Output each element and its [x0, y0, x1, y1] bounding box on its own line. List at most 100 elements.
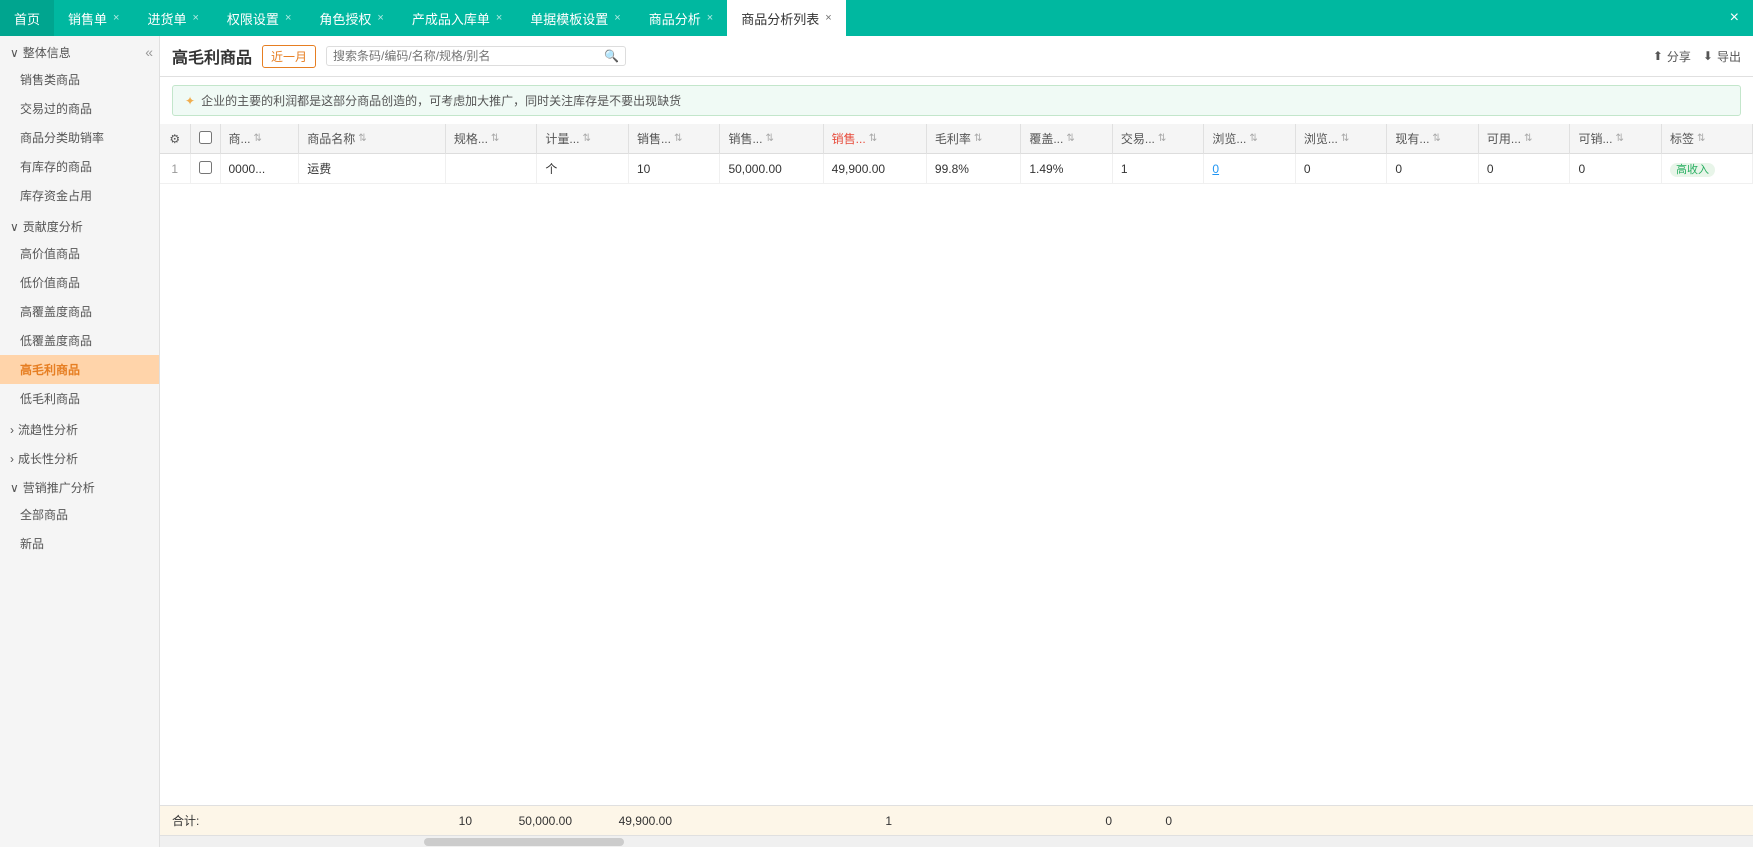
sidebar-item-sales-goods[interactable]: 销售类商品 [0, 65, 159, 94]
content-area: 高毛利商品 近一月 🔍 ⬆ 分享 ⬇ 导出 ✦ 企业的主要的利润都是这部分商品创… [160, 36, 1753, 847]
nav-permission-settings[interactable]: 权限设置 × [213, 0, 305, 36]
col-settings[interactable]: ⚙ [160, 124, 190, 154]
sidebar-group-trend[interactable]: › 流趋性分析 [0, 413, 159, 442]
col-checkbox [190, 124, 220, 154]
total-transaction: 1 [840, 814, 900, 828]
sidebar-item-high-value[interactable]: 高价值商品 [0, 239, 159, 268]
sidebar-group-contribution[interactable]: ∨ 贡献度分析 [0, 210, 159, 239]
sidebar-collapse-button[interactable]: « [145, 44, 153, 60]
sidebar-item-stock-capital[interactable]: 库存资金占用 [0, 181, 159, 210]
scroll-thumb[interactable] [424, 838, 624, 846]
close-sales-order[interactable]: × [113, 12, 119, 24]
sidebar-item-new-goods[interactable]: 新品 [0, 529, 159, 558]
col-current-stock[interactable]: 现有... ⇅ [1387, 124, 1479, 154]
col-sales-cost-label: 销售... [832, 130, 866, 147]
share-button[interactable]: ⬆ 分享 [1653, 48, 1691, 65]
sidebar-item-high-margin[interactable]: 高毛利商品 [0, 355, 159, 384]
col-available-stock[interactable]: 可用... ⇅ [1478, 124, 1570, 154]
row-sales-amt: 50,000.00 [720, 154, 823, 184]
close-permission[interactable]: × [285, 12, 291, 24]
row-sales-qty: 10 [628, 154, 720, 184]
nav-role-auth[interactable]: 角色授权 × [305, 0, 397, 36]
nav-product-analysis[interactable]: 商品分析 × [635, 0, 727, 36]
sidebar-item-low-value[interactable]: 低价值商品 [0, 268, 159, 297]
col-coverage[interactable]: 覆盖... ⇅ [1021, 124, 1113, 154]
search-icon[interactable]: 🔍 [604, 49, 619, 63]
row-spec [445, 154, 537, 184]
select-all-checkbox[interactable] [199, 131, 212, 144]
nav-finished-goods[interactable]: 产成品入库单 × [398, 0, 516, 36]
search-box[interactable]: 🔍 [326, 46, 626, 66]
close-purchase-order[interactable]: × [192, 12, 198, 24]
row-view2: 0 [1295, 154, 1387, 184]
sidebar: « ∨ 整体信息 销售类商品 交易过的商品 商品分类助销率 有库存的商品 库存资… [0, 36, 160, 847]
total-filler2 [760, 814, 840, 828]
total-label: 合计: [160, 812, 420, 829]
share-icon: ⬆ [1653, 49, 1663, 63]
close-finished-goods[interactable]: × [496, 12, 502, 24]
close-role-auth[interactable]: × [377, 12, 383, 24]
sidebar-group-marketing[interactable]: ∨ 营销推广分析 [0, 471, 159, 500]
close-window-button[interactable]: × [1716, 0, 1753, 36]
page-title: 高毛利商品 [172, 44, 252, 68]
row-sellable-stock: 0 [1570, 154, 1662, 184]
sidebar-item-stock-goods[interactable]: 有库存的商品 [0, 152, 159, 181]
sidebar-item-category-assist[interactable]: 商品分类助销率 [0, 123, 159, 152]
nav-purchase-order[interactable]: 进货单 × [133, 0, 212, 36]
header-actions: ⬆ 分享 ⬇ 导出 [1653, 48, 1741, 65]
total-sales-cost: 49,900.00 [580, 814, 680, 828]
total-filler1 [680, 814, 760, 828]
row-view1[interactable]: 0 [1204, 154, 1296, 184]
settings-icon[interactable]: ⚙ [169, 132, 180, 146]
row-current-stock: 0 [1387, 154, 1479, 184]
col-name[interactable]: 商品名称 ⇅ [299, 124, 446, 154]
sidebar-item-all-goods[interactable]: 全部商品 [0, 500, 159, 529]
sidebar-item-low-coverage[interactable]: 低覆盖度商品 [0, 326, 159, 355]
close-product-analysis-list[interactable]: × [825, 12, 831, 24]
col-spec[interactable]: 规格... ⇅ [445, 124, 537, 154]
total-filler3 [900, 814, 980, 828]
col-unit[interactable]: 计量... ⇅ [537, 124, 629, 154]
nav-template-settings[interactable]: 单据模板设置 × [516, 0, 634, 36]
close-template[interactable]: × [614, 12, 620, 24]
horizontal-scrollbar[interactable] [160, 835, 1753, 847]
col-sales-qty[interactable]: 销售... ⇅ [628, 124, 720, 154]
col-gross-margin[interactable]: 毛利率 ⇅ [926, 124, 1020, 154]
nav-home[interactable]: 首页 [0, 0, 54, 36]
col-view2[interactable]: 浏览... ⇅ [1295, 124, 1387, 154]
sidebar-item-traded-goods[interactable]: 交易过的商品 [0, 94, 159, 123]
table-row: 1 0000... 运费 个 10 50,000.00 49,900.00 99… [160, 154, 1753, 184]
table-container[interactable]: ⚙ 商... ⇅ 商品名称 [160, 124, 1753, 805]
row-gross-margin: 99.8% [926, 154, 1020, 184]
filter-last-month-button[interactable]: 近一月 [262, 45, 316, 68]
sidebar-group-growth[interactable]: › 成长性分析 [0, 442, 159, 471]
close-product-analysis[interactable]: × [707, 12, 713, 24]
col-code[interactable]: 商... ⇅ [220, 124, 299, 154]
row-unit: 个 [537, 154, 629, 184]
col-view1[interactable]: 浏览... ⇅ [1204, 124, 1296, 154]
sidebar-item-high-coverage[interactable]: 高覆盖度商品 [0, 297, 159, 326]
row-checkbox[interactable] [190, 154, 220, 184]
search-input[interactable] [333, 49, 604, 63]
sidebar-item-low-margin[interactable]: 低毛利商品 [0, 384, 159, 413]
row-available-stock: 0 [1478, 154, 1570, 184]
data-table: ⚙ 商... ⇅ 商品名称 [160, 124, 1753, 184]
row-name: 运费 [299, 154, 446, 184]
content-header: 高毛利商品 近一月 🔍 ⬆ 分享 ⬇ 导出 [160, 36, 1753, 77]
export-icon: ⬇ [1703, 49, 1713, 63]
total-sales-amt: 50,000.00 [480, 814, 580, 828]
col-sellable-stock[interactable]: 可销... ⇅ [1570, 124, 1662, 154]
sidebar-group-overall[interactable]: ∨ 整体信息 [0, 36, 159, 65]
nav-sales-order[interactable]: 销售单 × [54, 0, 133, 36]
col-sales-amt[interactable]: 销售... ⇅ [720, 124, 823, 154]
info-icon: ✦ [185, 94, 195, 108]
col-tag[interactable]: 标签 ⇅ [1661, 124, 1752, 154]
total-sales-qty: 10 [420, 814, 480, 828]
main-layout: « ∨ 整体信息 销售类商品 交易过的商品 商品分类助销率 有库存的商品 库存资… [0, 36, 1753, 847]
nav-product-analysis-list[interactable]: 商品分析列表 × [727, 0, 845, 36]
export-button[interactable]: ⬇ 导出 [1703, 48, 1741, 65]
total-current-stock: 0 [1060, 814, 1120, 828]
col-sales-cost[interactable]: 销售... ⇅ [823, 124, 926, 154]
row-transaction: 1 [1112, 154, 1204, 184]
col-transaction[interactable]: 交易... ⇅ [1112, 124, 1204, 154]
